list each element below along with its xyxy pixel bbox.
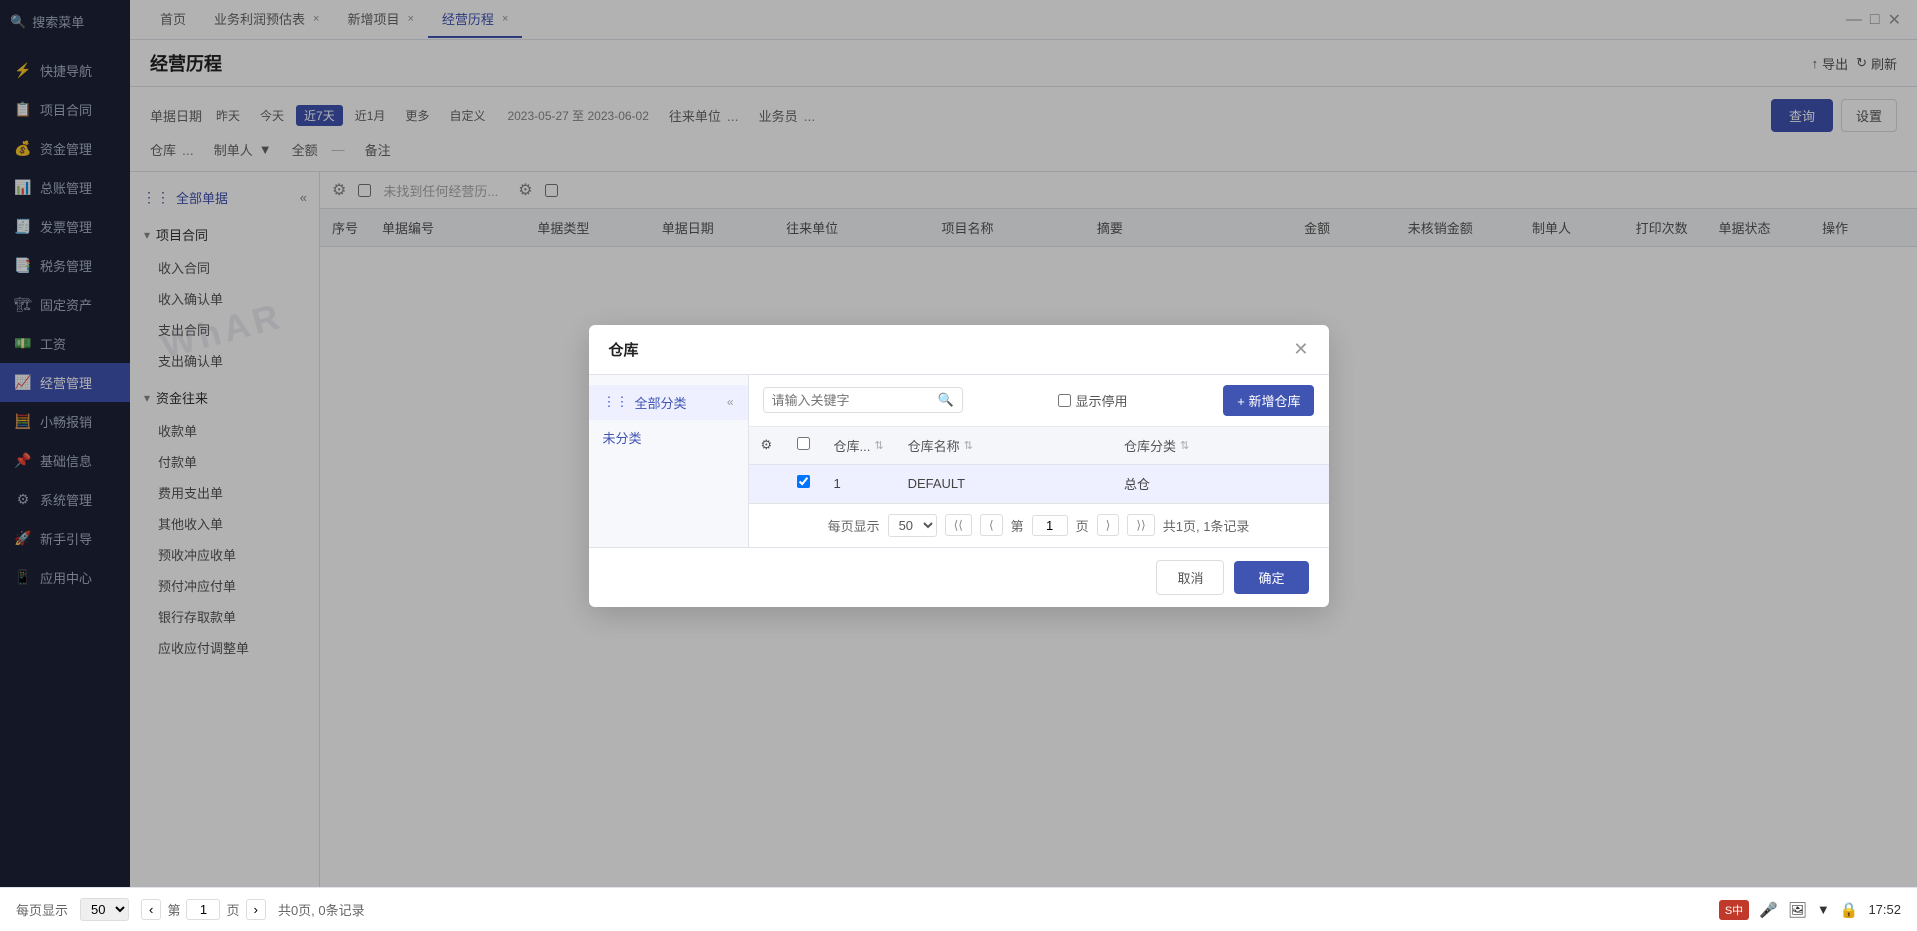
taskbar-total-info: 共0页, 0条记录 bbox=[278, 900, 365, 919]
modal-warehouse: 仓库 ✕ ⋮⋮ 全部分类 « 未分类 bbox=[589, 325, 1329, 607]
sort-id-icon: ⇅ bbox=[874, 439, 883, 452]
modal-cancel-button[interactable]: 取消 bbox=[1156, 560, 1224, 595]
modal-confirm-button[interactable]: 确定 bbox=[1234, 561, 1308, 594]
modal-table-header-row: ⚙ 仓库... ⇅ bbox=[749, 427, 1329, 465]
modal-toolbar: 🔍 显示停用 + 新增仓库 bbox=[749, 375, 1329, 427]
modal-table-row[interactable]: 1 DEFAULT 总仓 bbox=[749, 464, 1329, 502]
modal-body: ⋮⋮ 全部分类 « 未分类 🔍 显示停 bbox=[589, 375, 1329, 547]
modal-prev-btn[interactable]: ⟨ bbox=[980, 514, 1003, 536]
modal-per-page-select[interactable]: 50 bbox=[888, 514, 937, 537]
taskbar-per-page-select[interactable]: 50 bbox=[80, 898, 129, 921]
modal-left-panel: ⋮⋮ 全部分类 « 未分类 bbox=[589, 375, 749, 547]
modal-overlay: 仓库 ✕ ⋮⋮ 全部分类 « 未分类 bbox=[0, 0, 1917, 931]
modal-per-page-label: 每页显示 bbox=[828, 516, 880, 535]
tray-lock-icon[interactable]: 🔒 bbox=[1840, 901, 1859, 919]
sort-name-icon: ⇅ bbox=[964, 439, 973, 452]
taskbar-per-page-label: 每页显示 bbox=[16, 900, 68, 919]
modal-footer: 取消 确定 bbox=[589, 547, 1329, 607]
modal-select-all[interactable] bbox=[797, 437, 810, 450]
modal-table: ⚙ 仓库... ⇅ bbox=[749, 427, 1329, 503]
show-disabled-checkbox[interactable] bbox=[1058, 394, 1071, 407]
modal-cell-id: 1 bbox=[822, 464, 896, 502]
modal-cell-checkbox[interactable] bbox=[785, 464, 822, 502]
modal-all-icon: ⋮⋮ bbox=[603, 394, 629, 410]
modal-th-id: 仓库... ⇅ bbox=[822, 427, 896, 465]
taskbar-page-input[interactable] bbox=[186, 899, 220, 920]
modal-panel-toggle[interactable]: « bbox=[727, 395, 734, 409]
modal-title: 仓库 bbox=[609, 339, 639, 360]
modal-total-info: 共1页, 1条记录 bbox=[1163, 516, 1250, 535]
modal-page-input[interactable] bbox=[1032, 515, 1068, 536]
modal-page-suffix: 页 bbox=[1076, 516, 1089, 535]
taskbar-time: 17:52 bbox=[1868, 902, 1901, 917]
modal-uncategorized-label: 未分类 bbox=[603, 428, 642, 447]
tray-s-icon[interactable]: S中 bbox=[1719, 900, 1749, 920]
modal-search-icon: 🔍 bbox=[938, 392, 954, 408]
modal-close-button[interactable]: ✕ bbox=[1293, 339, 1308, 360]
sys-tray: S中 🎤 🖼 ▼ 🔒 17:52 bbox=[1719, 900, 1901, 920]
modal-next-btn[interactable]: ⟩ bbox=[1097, 514, 1120, 536]
modal-col-sort-category[interactable]: 仓库分类 ⇅ bbox=[1124, 436, 1316, 455]
modal-cell-name: 总仓 bbox=[1112, 464, 1328, 502]
modal-search-box[interactable]: 🔍 bbox=[763, 387, 963, 413]
taskbar: 每页显示 50 ‹ 第 页 › 共0页, 0条记录 S中 🎤 🖼 ▼ 🔒 17:… bbox=[0, 887, 1917, 931]
sort-category-icon: ⇅ bbox=[1180, 439, 1189, 452]
modal-col-sort-id[interactable]: 仓库... ⇅ bbox=[834, 436, 884, 455]
modal-right-panel: 🔍 显示停用 + 新增仓库 ⚙ bbox=[749, 375, 1329, 547]
modal-th-checkbox bbox=[785, 427, 822, 465]
modal-add-warehouse-button[interactable]: + 新增仓库 bbox=[1223, 385, 1314, 416]
modal-left-all[interactable]: ⋮⋮ 全部分类 « bbox=[589, 385, 748, 420]
taskbar-nav: ‹ 第 页 › bbox=[141, 899, 266, 920]
modal-header: 仓库 ✕ bbox=[589, 325, 1329, 375]
modal-th-settings: ⚙ bbox=[749, 427, 785, 465]
modal-first-btn[interactable]: ⟨⟨ bbox=[945, 514, 972, 536]
modal-search-input[interactable] bbox=[772, 393, 932, 408]
modal-cell-settings bbox=[749, 464, 785, 502]
modal-table-wrap: ⚙ 仓库... ⇅ bbox=[749, 427, 1329, 503]
modal-col-settings-icon[interactable]: ⚙ bbox=[761, 437, 773, 452]
modal-row-checkbox[interactable] bbox=[797, 475, 810, 488]
modal-page-label: 第 bbox=[1011, 516, 1024, 535]
modal-pagination: 每页显示 50 ⟨⟨ ⟨ 第 页 ⟩ ⟩⟩ 共1页, 1条记录 bbox=[749, 503, 1329, 547]
tray-mic-icon[interactable]: 🎤 bbox=[1759, 901, 1778, 919]
tray-screen-icon[interactable]: 🖼 bbox=[1788, 901, 1807, 919]
modal-th-category: 仓库分类 ⇅ bbox=[1112, 427, 1328, 465]
modal-all-label: 全部分类 bbox=[635, 393, 687, 412]
modal-last-btn[interactable]: ⟩⟩ bbox=[1127, 514, 1154, 536]
tray-arrow-icon[interactable]: ▼ bbox=[1817, 902, 1830, 917]
show-disabled-label[interactable]: 显示停用 bbox=[1058, 391, 1127, 410]
modal-col-sort-name[interactable]: 仓库名称 ⇅ bbox=[908, 436, 1100, 455]
taskbar-next-btn[interactable]: › bbox=[246, 899, 266, 920]
modal-th-name: 仓库名称 ⇅ bbox=[896, 427, 1112, 465]
modal-left-uncategorized[interactable]: 未分类 bbox=[589, 420, 748, 455]
modal-cell-code: DEFAULT bbox=[896, 464, 1112, 502]
taskbar-prev-btn[interactable]: ‹ bbox=[141, 899, 161, 920]
taskbar-pagination: 每页显示 50 ‹ 第 页 › 共0页, 0条记录 bbox=[16, 898, 365, 921]
